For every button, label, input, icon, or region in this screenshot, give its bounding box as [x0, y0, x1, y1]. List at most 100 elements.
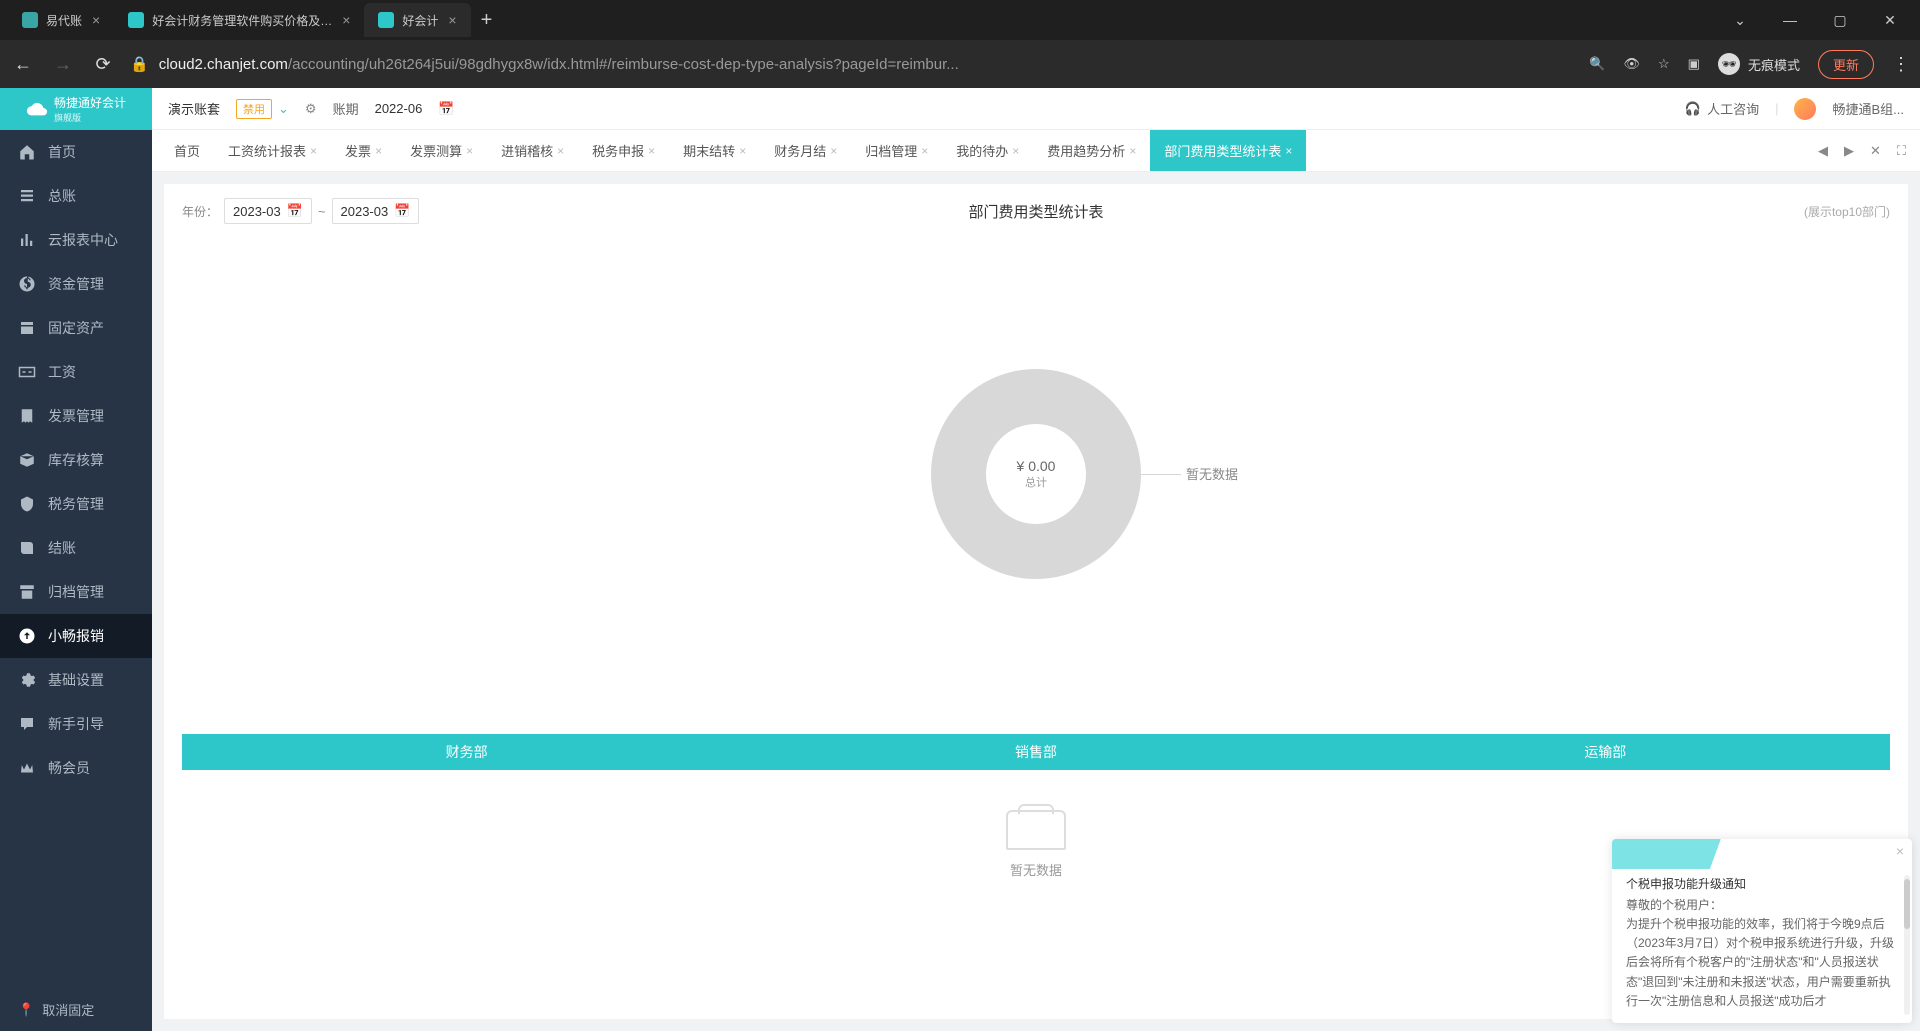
close-icon[interactable]: ×	[375, 144, 382, 158]
notification-scrollbar[interactable]	[1904, 875, 1910, 1015]
user-name[interactable]: 畅捷通B组...	[1832, 99, 1904, 118]
extension-icon[interactable]: ▣	[1688, 56, 1700, 72]
app-tab[interactable]: 归档管理×	[851, 130, 942, 171]
calendar-icon[interactable]: 📅	[438, 101, 454, 117]
sidebar-item-vip[interactable]: 畅会员	[0, 746, 152, 790]
url-display[interactable]: 🔒 cloud2.chanjet.com /accounting/uh26t26…	[130, 55, 1575, 73]
app-tab[interactable]: 期末结转×	[669, 130, 760, 171]
close-icon[interactable]: ×	[921, 144, 928, 158]
sidebar-item-settings[interactable]: 基础设置	[0, 658, 152, 702]
browser-tab[interactable]: 易代账 ×	[8, 3, 114, 37]
app-tab-label: 我的待办	[956, 141, 1008, 160]
empty-state-text: 暂无数据	[1010, 860, 1062, 879]
app-tab[interactable]: 首页	[160, 130, 214, 171]
close-icon[interactable]: ×	[1896, 843, 1904, 859]
sidebar: 畅捷通好会计 旗舰版 首页总账云报表中心资金管理固定资产工资发票管理库存核算税务…	[0, 88, 152, 1031]
app-tab[interactable]: 发票测算 ×	[396, 130, 487, 171]
app-tab[interactable]: 部门费用类型统计表×	[1150, 130, 1306, 171]
forward-button[interactable]: →	[50, 54, 76, 75]
chevron-down-icon[interactable]: ⌄	[278, 101, 289, 117]
department-column-header[interactable]: 销售部	[751, 742, 1320, 762]
gear-icon[interactable]: ⚙	[305, 101, 317, 117]
tabs-close-all-icon[interactable]: ✕	[1864, 139, 1887, 163]
unpin-button[interactable]: 📍 取消固定	[0, 988, 152, 1031]
sidebar-item-archive[interactable]: 归档管理	[0, 570, 152, 614]
incognito-indicator[interactable]: 🕶 无痕模式	[1718, 53, 1800, 75]
notification-greeting: 尊敬的个税用户：	[1626, 896, 1898, 915]
app-tab-label: 发票测算	[410, 141, 462, 160]
tab-favicon	[128, 12, 144, 28]
close-icon[interactable]: ×	[557, 144, 564, 158]
empty-box-icon	[1006, 810, 1066, 850]
eye-off-icon[interactable]: 👁	[1624, 56, 1641, 72]
department-column-header[interactable]: 运输部	[1321, 742, 1890, 762]
star-icon[interactable]: ☆	[1658, 56, 1670, 72]
date-from-picker[interactable]: 2023-03 📅	[224, 198, 312, 224]
sidebar-item-close-book[interactable]: 结账	[0, 526, 152, 570]
close-icon[interactable]: ×	[648, 144, 655, 158]
close-icon[interactable]: ×	[466, 144, 473, 158]
minimize-icon[interactable]: —	[1768, 12, 1812, 29]
notification-header: ×	[1612, 839, 1912, 869]
app-tab[interactable]: 财务月结×	[760, 130, 851, 171]
archive-icon	[18, 583, 36, 601]
browser-tab[interactable]: 好会计财务管理软件购买价格及… ×	[114, 3, 364, 37]
sidebar-item-home[interactable]: 首页	[0, 130, 152, 174]
close-icon[interactable]: ×	[1012, 144, 1019, 158]
department-column-header[interactable]: 财务部	[182, 742, 751, 762]
tabs-prev-icon[interactable]: ◀	[1812, 139, 1834, 163]
app-logo[interactable]: 畅捷通好会计 旗舰版	[0, 88, 152, 130]
panel-title: 部门费用类型统计表	[968, 201, 1103, 222]
app-tab[interactable]: 发票×	[331, 130, 396, 171]
sidebar-item-reimburse[interactable]: 小畅报销	[0, 614, 152, 658]
close-icon[interactable]: ×	[830, 144, 837, 158]
close-icon[interactable]: ×	[739, 144, 746, 158]
close-icon[interactable]: ×	[448, 12, 456, 28]
sidebar-item-inventory[interactable]: 库存核算	[0, 438, 152, 482]
date-to-picker[interactable]: 2023-03 📅	[332, 198, 420, 224]
close-icon[interactable]: ×	[310, 144, 317, 158]
close-book-icon	[18, 539, 36, 557]
fullscreen-icon[interactable]: ⛶	[1891, 139, 1912, 163]
close-icon[interactable]: ×	[1285, 144, 1292, 158]
sidebar-item-label: 归档管理	[48, 582, 104, 602]
search-icon[interactable]: 🔍	[1589, 56, 1605, 72]
home-icon	[18, 143, 36, 161]
sidebar-item-money[interactable]: 资金管理	[0, 262, 152, 306]
user-avatar[interactable]	[1794, 98, 1816, 120]
sidebar-item-label: 新手引导	[48, 714, 104, 734]
back-button[interactable]: ←	[10, 54, 36, 75]
sidebar-item-ledger[interactable]: 总账	[0, 174, 152, 218]
app-tab[interactable]: 税务申报×	[578, 130, 669, 171]
calendar-icon: 📅	[394, 203, 410, 219]
app-tab[interactable]: 进销稽核×	[487, 130, 578, 171]
close-icon[interactable]: ×	[1129, 144, 1136, 158]
sidebar-item-asset[interactable]: 固定资产	[0, 306, 152, 350]
sidebar-item-guide[interactable]: 新手引导	[0, 702, 152, 746]
close-icon[interactable]: ×	[342, 12, 350, 28]
reload-button[interactable]: ⟳	[90, 54, 116, 75]
tabs-next-icon[interactable]: ▶	[1838, 139, 1860, 163]
period-value[interactable]: 2022-06	[375, 101, 423, 116]
app-tab[interactable]: 费用趋势分析×	[1033, 130, 1150, 171]
app-tab[interactable]: 工资统计报表×	[214, 130, 331, 171]
logo-text: 畅捷通好会计	[54, 94, 126, 111]
account-name[interactable]: 演示账套	[168, 99, 220, 118]
browser-tab-active[interactable]: 好会计 ×	[364, 3, 470, 37]
sidebar-item-chart[interactable]: 云报表中心	[0, 218, 152, 262]
support-link[interactable]: 🎧 人工咨询	[1685, 99, 1759, 118]
kebab-menu-icon[interactable]: ⋮	[1892, 54, 1910, 75]
settings-icon	[18, 671, 36, 689]
close-window-icon[interactable]: ✕	[1868, 12, 1912, 29]
tab-title: 好会计财务管理软件购买价格及…	[152, 12, 332, 29]
sidebar-item-salary[interactable]: 工资	[0, 350, 152, 394]
sidebar-item-tax[interactable]: 税务管理	[0, 482, 152, 526]
caret-down-icon[interactable]: ⌄	[1718, 12, 1762, 29]
close-icon[interactable]: ×	[92, 12, 100, 28]
maximize-icon[interactable]: ▢	[1818, 12, 1862, 29]
tab-title: 易代账	[46, 12, 82, 29]
update-button[interactable]: 更新	[1818, 50, 1874, 79]
app-tab[interactable]: 我的待办 ×	[942, 130, 1033, 171]
new-tab-button[interactable]: +	[471, 9, 503, 32]
sidebar-item-invoice[interactable]: 发票管理	[0, 394, 152, 438]
